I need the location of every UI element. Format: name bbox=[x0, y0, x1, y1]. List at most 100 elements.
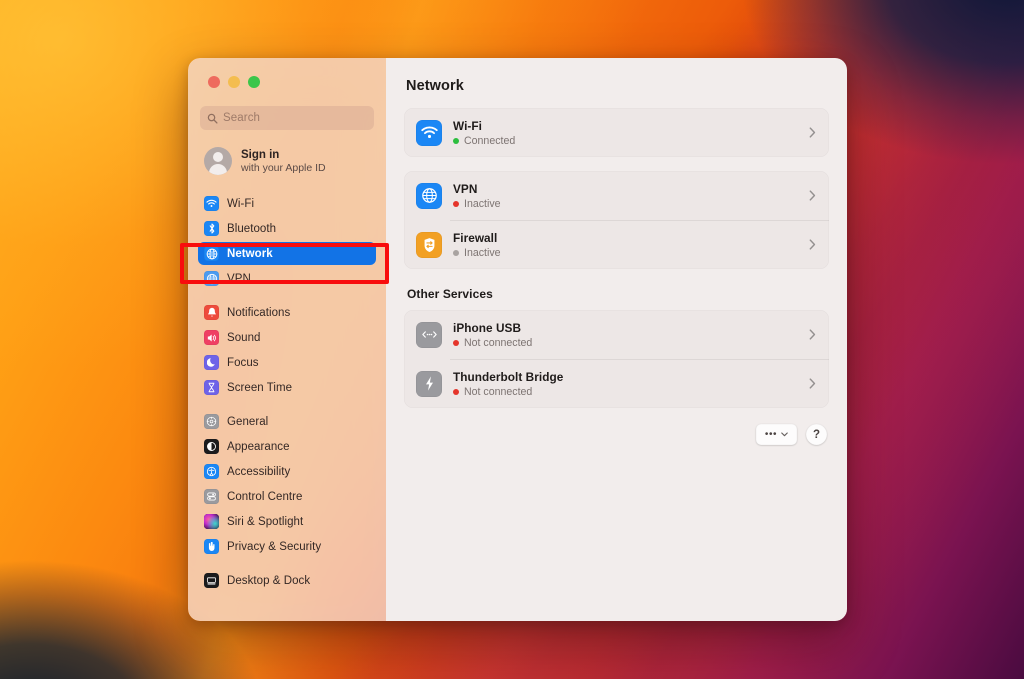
network-row-title: Wi-Fi bbox=[453, 118, 482, 133]
thunderbolt-icon bbox=[416, 370, 442, 397]
network-row-status: Not connected bbox=[453, 337, 809, 349]
content-footer-actions: ••• ? bbox=[404, 424, 829, 445]
sidebar-item-privacy-and-security[interactable]: Privacy & Security bbox=[198, 535, 376, 558]
sidebar-group-connectivity: Wi-Fi Bluetooth Network VPN bbox=[198, 192, 376, 290]
moon-icon bbox=[204, 355, 219, 370]
sidebar-item-label: Accessibility bbox=[227, 465, 291, 478]
bluetooth-icon bbox=[204, 221, 219, 236]
sidebar-item-label: General bbox=[227, 415, 269, 428]
sidebar-item-wi-fi[interactable]: Wi-Fi bbox=[198, 192, 376, 215]
control-centre-icon bbox=[204, 489, 219, 504]
apple-id-signin-row[interactable]: Sign in with your Apple ID bbox=[198, 142, 376, 180]
sidebar-item-general[interactable]: General bbox=[198, 410, 376, 433]
sidebar-item-network[interactable]: Network bbox=[198, 242, 376, 265]
gear-icon bbox=[204, 414, 219, 429]
network-row-iphone-usb[interactable]: iPhone USB Not connected bbox=[404, 310, 829, 359]
page-title: Network bbox=[406, 78, 464, 94]
signin-subtitle: with your Apple ID bbox=[241, 161, 326, 174]
status-text: Not connected bbox=[464, 336, 533, 349]
search-placeholder: Search bbox=[223, 112, 261, 124]
sidebar-item-label: Control Centre bbox=[227, 490, 303, 503]
status-text: Connected bbox=[464, 134, 516, 147]
speaker-icon bbox=[204, 330, 219, 345]
signin-title: Sign in bbox=[241, 148, 280, 161]
sidebar-group-alerts: Notifications Sound Focus Screen Time bbox=[198, 301, 376, 399]
sidebar-item-notifications[interactable]: Notifications bbox=[198, 301, 376, 324]
network-row-status: Not connected bbox=[453, 386, 809, 398]
search-input[interactable]: Search bbox=[200, 106, 374, 130]
person-avatar-icon bbox=[204, 147, 232, 175]
main-content: Network Wi-Fi Connected VPN Inactive Fir… bbox=[386, 58, 847, 621]
vpn-globe-icon bbox=[204, 271, 219, 286]
desktop-dock-icon bbox=[204, 573, 219, 588]
sidebar-item-label: Appearance bbox=[227, 440, 290, 453]
zoom-button[interactable] bbox=[248, 76, 260, 88]
sidebar-item-accessibility[interactable]: Accessibility bbox=[198, 460, 376, 483]
system-settings-window: Search Sign in with your Apple ID Wi-Fi … bbox=[188, 58, 847, 621]
sidebar-item-label: Privacy & Security bbox=[227, 540, 322, 553]
sidebar-item-sound[interactable]: Sound bbox=[198, 326, 376, 349]
desktop-background: Search Sign in with your Apple ID Wi-Fi … bbox=[0, 0, 1024, 679]
status-text: Inactive bbox=[464, 246, 501, 259]
chevron-right-icon bbox=[809, 378, 816, 389]
sidebar-item-label: Focus bbox=[227, 356, 259, 369]
sidebar-item-label: Network bbox=[227, 247, 273, 260]
sidebar-item-label: VPN bbox=[227, 272, 251, 285]
sidebar: Search Sign in with your Apple ID Wi-Fi … bbox=[188, 58, 386, 621]
hourglass-icon bbox=[204, 380, 219, 395]
sidebar-item-screen-time[interactable]: Screen Time bbox=[198, 376, 376, 399]
help-button[interactable]: ? bbox=[806, 424, 827, 445]
sidebar-group-system: General Appearance Accessibility Control… bbox=[198, 410, 376, 558]
chevron-right-icon bbox=[809, 190, 816, 201]
network-row-vpn[interactable]: VPN Inactive bbox=[404, 171, 829, 220]
status-text: Inactive bbox=[464, 197, 501, 210]
sidebar-item-bluetooth[interactable]: Bluetooth bbox=[198, 217, 376, 240]
network-row-title: iPhone USB bbox=[453, 320, 522, 335]
network-row-title: Firewall bbox=[453, 230, 498, 245]
network-row-title: VPN bbox=[453, 181, 478, 196]
status-dot-connected bbox=[453, 137, 459, 144]
network-card-vpn-firewall: VPN Inactive Firewall Inactive bbox=[404, 171, 829, 269]
bell-icon bbox=[204, 305, 219, 320]
sidebar-item-label: Bluetooth bbox=[227, 222, 277, 235]
appearance-contrast-icon bbox=[204, 439, 219, 454]
status-dot-not-connected bbox=[453, 339, 459, 346]
close-button[interactable] bbox=[208, 76, 220, 88]
vpn-globe-icon bbox=[416, 182, 442, 209]
chevron-right-icon bbox=[809, 239, 816, 250]
sidebar-item-label: Screen Time bbox=[227, 381, 293, 394]
sidebar-item-label: Siri & Spotlight bbox=[227, 515, 304, 528]
network-row-thunderbolt-bridge[interactable]: Thunderbolt Bridge Not connected bbox=[404, 359, 829, 408]
network-row-status: Inactive bbox=[453, 198, 809, 210]
minimize-button[interactable] bbox=[228, 76, 240, 88]
window-traffic-lights bbox=[198, 58, 376, 102]
network-row-firewall[interactable]: Firewall Inactive bbox=[404, 220, 829, 269]
network-row-wifi[interactable]: Wi-Fi Connected bbox=[404, 108, 829, 157]
sidebar-item-control-centre[interactable]: Control Centre bbox=[198, 485, 376, 508]
sidebar-item-focus[interactable]: Focus bbox=[198, 351, 376, 374]
network-card-other-services: iPhone USB Not connected Thunderbolt Bri… bbox=[404, 310, 829, 408]
iphone-usb-icon bbox=[416, 321, 442, 348]
sidebar-item-label: Notifications bbox=[227, 306, 291, 319]
siri-icon bbox=[204, 514, 219, 529]
accessibility-icon bbox=[204, 464, 219, 479]
sidebar-item-desktop-and-dock[interactable]: Desktop & Dock bbox=[198, 569, 376, 592]
sidebar-item-label: Sound bbox=[227, 331, 261, 344]
sidebar-item-label: Desktop & Dock bbox=[227, 574, 311, 587]
sidebar-item-label: Wi-Fi bbox=[227, 197, 255, 210]
network-row-title: Thunderbolt Bridge bbox=[453, 369, 564, 384]
sidebar-item-vpn[interactable]: VPN bbox=[198, 267, 376, 290]
sidebar-item-appearance[interactable]: Appearance bbox=[198, 435, 376, 458]
search-icon bbox=[207, 113, 218, 124]
network-row-status: Connected bbox=[453, 135, 809, 147]
sidebar-group-desktop: Desktop & Dock bbox=[198, 569, 376, 592]
sidebar-item-siri-and-spotlight[interactable]: Siri & Spotlight bbox=[198, 510, 376, 533]
privacy-hand-icon bbox=[204, 539, 219, 554]
status-dot-not-connected bbox=[453, 388, 459, 395]
more-options-popup-button[interactable]: ••• bbox=[756, 424, 797, 445]
wifi-icon bbox=[416, 119, 442, 146]
chevron-down-icon bbox=[781, 432, 788, 437]
globe-icon bbox=[204, 246, 219, 261]
wifi-icon bbox=[204, 196, 219, 211]
status-dot-inactive bbox=[453, 200, 459, 207]
